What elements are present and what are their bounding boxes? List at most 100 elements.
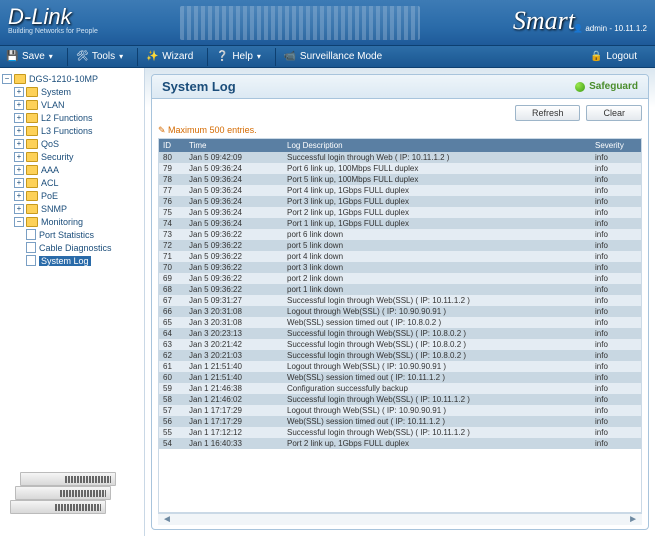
table-row[interactable]: 76Jan 5 09:36:24Port 3 link up, 1Gbps FU…	[159, 196, 641, 207]
cell-time: Jan 5 09:36:24	[185, 207, 283, 218]
tree-item-poe[interactable]: +PoE	[2, 189, 142, 202]
panel-body: Refresh Clear Maximum 500 entries. ID Ti…	[152, 99, 648, 529]
expand-icon[interactable]: +	[14, 100, 24, 110]
wand-icon: ✨	[146, 51, 158, 63]
clear-button[interactable]: Clear	[586, 105, 642, 121]
collapse-icon[interactable]: −	[14, 217, 24, 227]
tree-item-acl[interactable]: +ACL	[2, 176, 142, 189]
cell-id: 60	[159, 372, 185, 383]
table-row[interactable]: 64Jan 3 20:23:13Successful login through…	[159, 328, 641, 339]
expand-icon[interactable]: +	[14, 165, 24, 175]
folder-icon	[26, 152, 38, 162]
help-label: Help	[232, 51, 253, 62]
cell-desc: Successful login through Web(SSL) ( IP: …	[283, 328, 591, 339]
tree-item-port-statistics[interactable]: Port Statistics	[2, 228, 142, 241]
product-line-logo: Smart	[513, 6, 575, 36]
table-row[interactable]: 63Jan 3 20:21:42Successful login through…	[159, 339, 641, 350]
tree-item-l3-functions[interactable]: + L3 Functions	[2, 124, 142, 137]
table-row[interactable]: 62Jan 3 20:21:03Successful login through…	[159, 350, 641, 361]
table-row[interactable]: 74Jan 5 09:36:24Port 1 link up, 1Gbps FU…	[159, 218, 641, 229]
expand-icon[interactable]: +	[14, 139, 24, 149]
save-menu[interactable]: 💾 Save ▾	[0, 46, 65, 67]
table-row[interactable]: 75Jan 5 09:36:24Port 2 link up, 1Gbps FU…	[159, 207, 641, 218]
cell-desc: port 3 link down	[283, 262, 591, 273]
cell-desc: Successful login through Web(SSL) ( IP: …	[283, 350, 591, 361]
table-row[interactable]: 73Jan 5 09:36:22port 6 link downinfo	[159, 229, 641, 240]
table-row[interactable]: 60Jan 1 21:51:40Web(SSL) session timed o…	[159, 372, 641, 383]
table-row[interactable]: 61Jan 1 21:51:40Logout through Web(SSL) …	[159, 361, 641, 372]
cell-sev: info	[591, 306, 641, 317]
cell-time: Jan 3 20:21:03	[185, 350, 283, 361]
cell-desc: Successful login through Web(SSL) ( IP: …	[283, 295, 591, 306]
table-row[interactable]: 80Jan 5 09:42:09Successful login through…	[159, 152, 641, 163]
expand-icon[interactable]: +	[14, 178, 24, 188]
table-row[interactable]: 70Jan 5 09:36:22port 3 link downinfo	[159, 262, 641, 273]
tree-item-aaa[interactable]: +AAA	[2, 163, 142, 176]
surveillance-button[interactable]: 📹 Surveillance Mode	[278, 46, 394, 67]
cell-time: Jan 5 09:36:24	[185, 163, 283, 174]
scroll-right-icon[interactable]: ►	[628, 514, 638, 525]
table-row[interactable]: 72Jan 5 09:36:22port 5 link downinfo	[159, 240, 641, 251]
col-desc: Log Description	[283, 139, 591, 152]
folder-icon	[26, 165, 38, 175]
table-row[interactable]: 66Jan 3 20:31:08Logout through Web(SSL) …	[159, 306, 641, 317]
table-row[interactable]: 65Jan 3 20:31:08Web(SSL) session timed o…	[159, 317, 641, 328]
table-header-row: ID Time Log Description Severity	[159, 139, 641, 152]
table-row[interactable]: 71Jan 5 09:36:22port 4 link downinfo	[159, 251, 641, 262]
table-row[interactable]: 57Jan 1 17:17:29Logout through Web(SSL) …	[159, 405, 641, 416]
table-row[interactable]: 69Jan 5 09:36:22port 2 link downinfo	[159, 273, 641, 284]
table-row[interactable]: 59Jan 1 21:46:38Configuration successful…	[159, 383, 641, 394]
scroll-left-icon[interactable]: ◄	[162, 514, 172, 525]
expand-icon[interactable]: +	[14, 113, 24, 123]
tree-item-security[interactable]: +Security	[2, 150, 142, 163]
table-row[interactable]: 77Jan 5 09:36:24Port 4 link up, 1Gbps FU…	[159, 185, 641, 196]
tree-item-qos[interactable]: +QoS	[2, 137, 142, 150]
table-row[interactable]: 68Jan 5 09:36:22port 1 link downinfo	[159, 284, 641, 295]
cell-sev: info	[591, 427, 641, 438]
tools-menu[interactable]: 🛠 Tools ▾	[70, 46, 135, 67]
table-row[interactable]: 78Jan 5 09:36:24Port 5 link up, 100Mbps …	[159, 174, 641, 185]
cell-time: Jan 5 09:36:22	[185, 262, 283, 273]
cell-time: Jan 1 17:17:29	[185, 405, 283, 416]
table-row[interactable]: 54Jan 1 16:40:33Port 2 link up, 1Gbps FU…	[159, 438, 641, 449]
tree-item-label: L3 Functions	[41, 126, 93, 136]
expand-icon[interactable]: +	[14, 204, 24, 214]
cell-desc: Port 2 link up, 1Gbps FULL duplex	[283, 438, 591, 449]
expand-icon[interactable]: +	[14, 152, 24, 162]
cell-time: Jan 1 16:40:33	[185, 438, 283, 449]
tree-item-cable-diagnostics[interactable]: Cable Diagnostics	[2, 241, 142, 254]
cell-desc: Web(SSL) session timed out ( IP: 10.8.0.…	[283, 317, 591, 328]
table-row[interactable]: 58Jan 1 21:46:02Successful login through…	[159, 394, 641, 405]
chevron-down-icon: ▾	[49, 52, 53, 61]
table-row[interactable]: 79Jan 5 09:36:24Port 6 link up, 100Mbps …	[159, 163, 641, 174]
cell-id: 77	[159, 185, 185, 196]
tree-item-snmp[interactable]: +SNMP	[2, 202, 142, 215]
table-row[interactable]: 67Jan 5 09:31:27Successful login through…	[159, 295, 641, 306]
table-row[interactable]: 56Jan 1 17:17:29Web(SSL) session timed o…	[159, 416, 641, 427]
expand-icon[interactable]: +	[14, 191, 24, 201]
tree-root[interactable]: − DGS-1210-10MP	[2, 72, 142, 85]
cell-id: 79	[159, 163, 185, 174]
nav-sidebar: − DGS-1210-10MP +System+VLAN+L2 Function…	[0, 68, 145, 536]
expand-icon[interactable]: +	[14, 126, 24, 136]
tree-item-system-log[interactable]: System Log	[2, 254, 142, 267]
cell-id: 76	[159, 196, 185, 207]
table-row[interactable]: 55Jan 1 17:12:12Successful login through…	[159, 427, 641, 438]
refresh-button[interactable]: Refresh	[515, 105, 581, 121]
col-time: Time	[185, 139, 283, 152]
help-menu[interactable]: ❔ Help ▾	[210, 46, 273, 67]
tree-item-vlan[interactable]: +VLAN	[2, 98, 142, 111]
wizard-button[interactable]: ✨ Wizard	[140, 46, 205, 67]
tree-item-system[interactable]: +System	[2, 85, 142, 98]
collapse-icon[interactable]: −	[2, 74, 12, 84]
logout-button[interactable]: 🔒 Logout	[584, 46, 649, 67]
cell-sev: info	[591, 163, 641, 174]
expand-icon[interactable]: +	[14, 87, 24, 97]
cell-id: 71	[159, 251, 185, 262]
tree-item-l2-functions[interactable]: +L2 Functions	[2, 111, 142, 124]
cell-sev: info	[591, 185, 641, 196]
cell-id: 80	[159, 152, 185, 163]
tree-item-monitoring[interactable]: −Monitoring	[2, 215, 142, 228]
horizontal-scrollbar[interactable]: ◄ ►	[158, 513, 642, 525]
folder-icon	[26, 191, 38, 201]
